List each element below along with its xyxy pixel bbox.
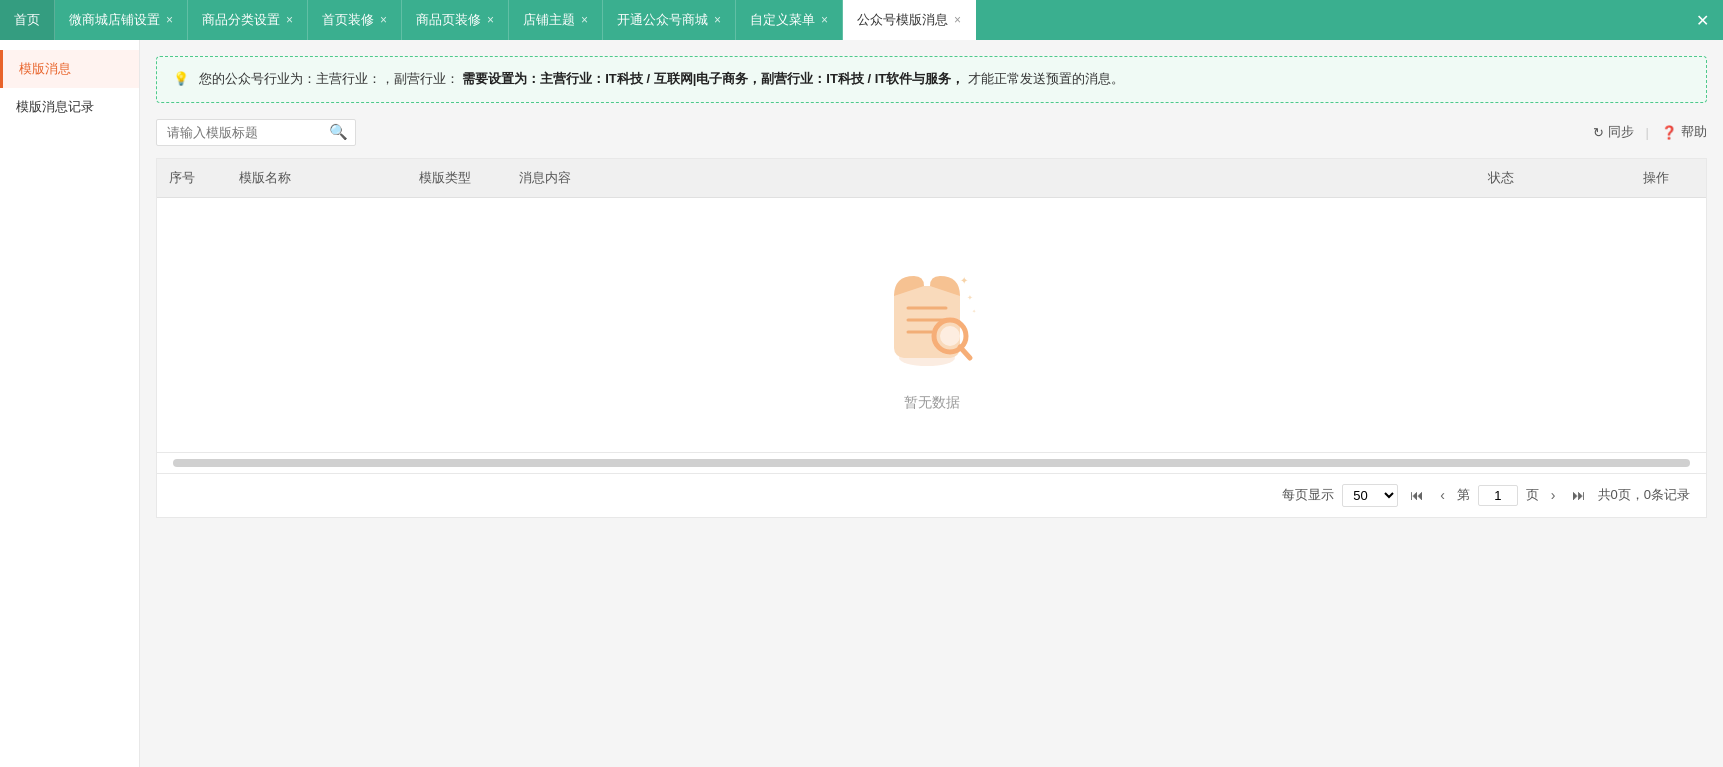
main-layout: 模版消息模版消息记录 💡 您的公众号行业为：主营行业：，副营行业： 需要设置为：… [0,40,1723,767]
svg-text:✦: ✦ [967,294,973,301]
col-action-header: 操作 [1606,159,1706,197]
tab-category-settings[interactable]: 商品分类设置 × [188,0,308,40]
tab-close-category-settings[interactable]: × [286,13,293,27]
tab-product-decoration[interactable]: 商品页装修 × [402,0,509,40]
search-left: 🔍 [156,119,356,146]
notice-highlight: 需要设置为：主营行业：IT科技 / 互联网|电子商务，副营行业：IT科技 / I… [462,71,964,86]
table-header: 序号 模版名称 模版类型 消息内容 状态 操作 [157,159,1706,198]
last-page-button[interactable]: ⏭ [1568,485,1590,505]
tab-label-home-decoration: 首页装修 [322,11,374,29]
notice-prefix: 您的公众号行业为：主营行业：，副营行业： [199,71,459,86]
help-icon: ❓ [1661,125,1677,140]
tab-close-product-decoration[interactable]: × [487,13,494,27]
sync-icon: ↻ [1593,125,1604,140]
tab-shop-theme[interactable]: 店铺主题 × [509,0,603,40]
tab-close-custom-menu[interactable]: × [821,13,828,27]
empty-icon: ✦ ✦ ✦ [872,258,992,378]
empty-state: ✦ ✦ ✦ 暂无数据 [157,198,1706,452]
tab-open-mall[interactable]: 开通公众号商城 × [603,0,736,40]
svg-line-7 [960,347,970,358]
next-page-button[interactable]: › [1547,485,1560,505]
tab-label-open-mall: 开通公众号商城 [617,11,708,29]
sidebar: 模版消息模版消息记录 [0,40,140,767]
tab-label-category-settings: 商品分类设置 [202,11,280,29]
notice-icon: 💡 [173,71,189,86]
tab-label-product-decoration: 商品页装修 [416,11,481,29]
page-label: 页 [1526,486,1539,504]
search-bar: 🔍 ↻ 同步 | ❓ 帮助 [156,119,1707,146]
sync-label: 同步 [1608,123,1634,141]
tab-home-decoration[interactable]: 首页装修 × [308,0,402,40]
tab-close-shop-settings[interactable]: × [166,13,173,27]
tab-close-shop-theme[interactable]: × [581,13,588,27]
tab-label-shop-theme: 店铺主题 [523,11,575,29]
col-type-header: 模版类型 [407,159,507,197]
fake-scrollbar[interactable] [173,459,1690,467]
page-number-input[interactable] [1478,485,1518,506]
first-page-button[interactable]: ⏮ [1406,485,1428,505]
svg-text:✦: ✦ [972,308,976,314]
svg-point-6 [940,326,960,346]
divider: | [1646,125,1649,140]
tab-label-home: 首页 [14,11,40,29]
empty-text: 暂无数据 [904,394,960,412]
page-size-label: 每页显示 [1282,486,1334,504]
tab-template-msg[interactable]: 公众号模版消息 × [843,0,976,40]
prev-page-button[interactable]: ‹ [1436,485,1449,505]
search-button[interactable]: 🔍 [329,123,348,141]
search-input-wrap: 🔍 [156,119,356,146]
scrollbar-row [157,452,1706,473]
content-area: 💡 您的公众号行业为：主营行业：，副营行业： 需要设置为：主营行业：IT科技 /… [140,40,1723,767]
col-name-header: 模版名称 [227,159,407,197]
col-content-header: 消息内容 [507,159,1476,197]
sync-button[interactable]: ↻ 同步 [1593,123,1634,141]
page-prefix: 第 [1457,486,1470,504]
tab-close-open-mall[interactable]: × [714,13,721,27]
tab-shop-settings[interactable]: 微商城店铺设置 × [55,0,188,40]
notice-banner: 💡 您的公众号行业为：主营行业：，副营行业： 需要设置为：主营行业：IT科技 /… [156,56,1707,103]
search-right: ↻ 同步 | ❓ 帮助 [1593,123,1707,141]
sidebar-item-template-msg[interactable]: 模版消息 [0,50,139,88]
tab-close-home-decoration[interactable]: × [380,13,387,27]
tab-home[interactable]: 首页 [0,0,55,40]
tab-label-template-msg: 公众号模版消息 [857,11,948,29]
top-tab-bar: 首页微商城店铺设置×商品分类设置×首页装修×商品页装修×店铺主题×开通公众号商城… [0,0,1723,40]
help-label: 帮助 [1681,123,1707,141]
notice-suffix: 才能正常发送预置的消息。 [968,71,1124,86]
col-seq-header: 序号 [157,159,227,197]
pagination: 每页显示 50 20 100 ⏮ ‹ 第 页 › ⏭ 共0页，0条记录 [157,473,1706,517]
page-size-select[interactable]: 50 20 100 [1342,484,1398,507]
tab-label-custom-menu: 自定义菜单 [750,11,815,29]
tab-label-shop-settings: 微商城店铺设置 [69,11,160,29]
data-table: 序号 模版名称 模版类型 消息内容 状态 操作 [156,158,1707,518]
tab-close-template-msg[interactable]: × [954,13,961,27]
svg-text:✦: ✦ [960,275,968,286]
sidebar-item-template-msg-log[interactable]: 模版消息记录 [0,88,139,126]
help-button[interactable]: ❓ 帮助 [1661,123,1707,141]
total-label: 共0页，0条记录 [1598,486,1690,504]
tab-custom-menu[interactable]: 自定义菜单 × [736,0,843,40]
global-close-button[interactable]: ✕ [1682,11,1723,30]
col-status-header: 状态 [1476,159,1606,197]
search-input[interactable] [156,119,356,146]
